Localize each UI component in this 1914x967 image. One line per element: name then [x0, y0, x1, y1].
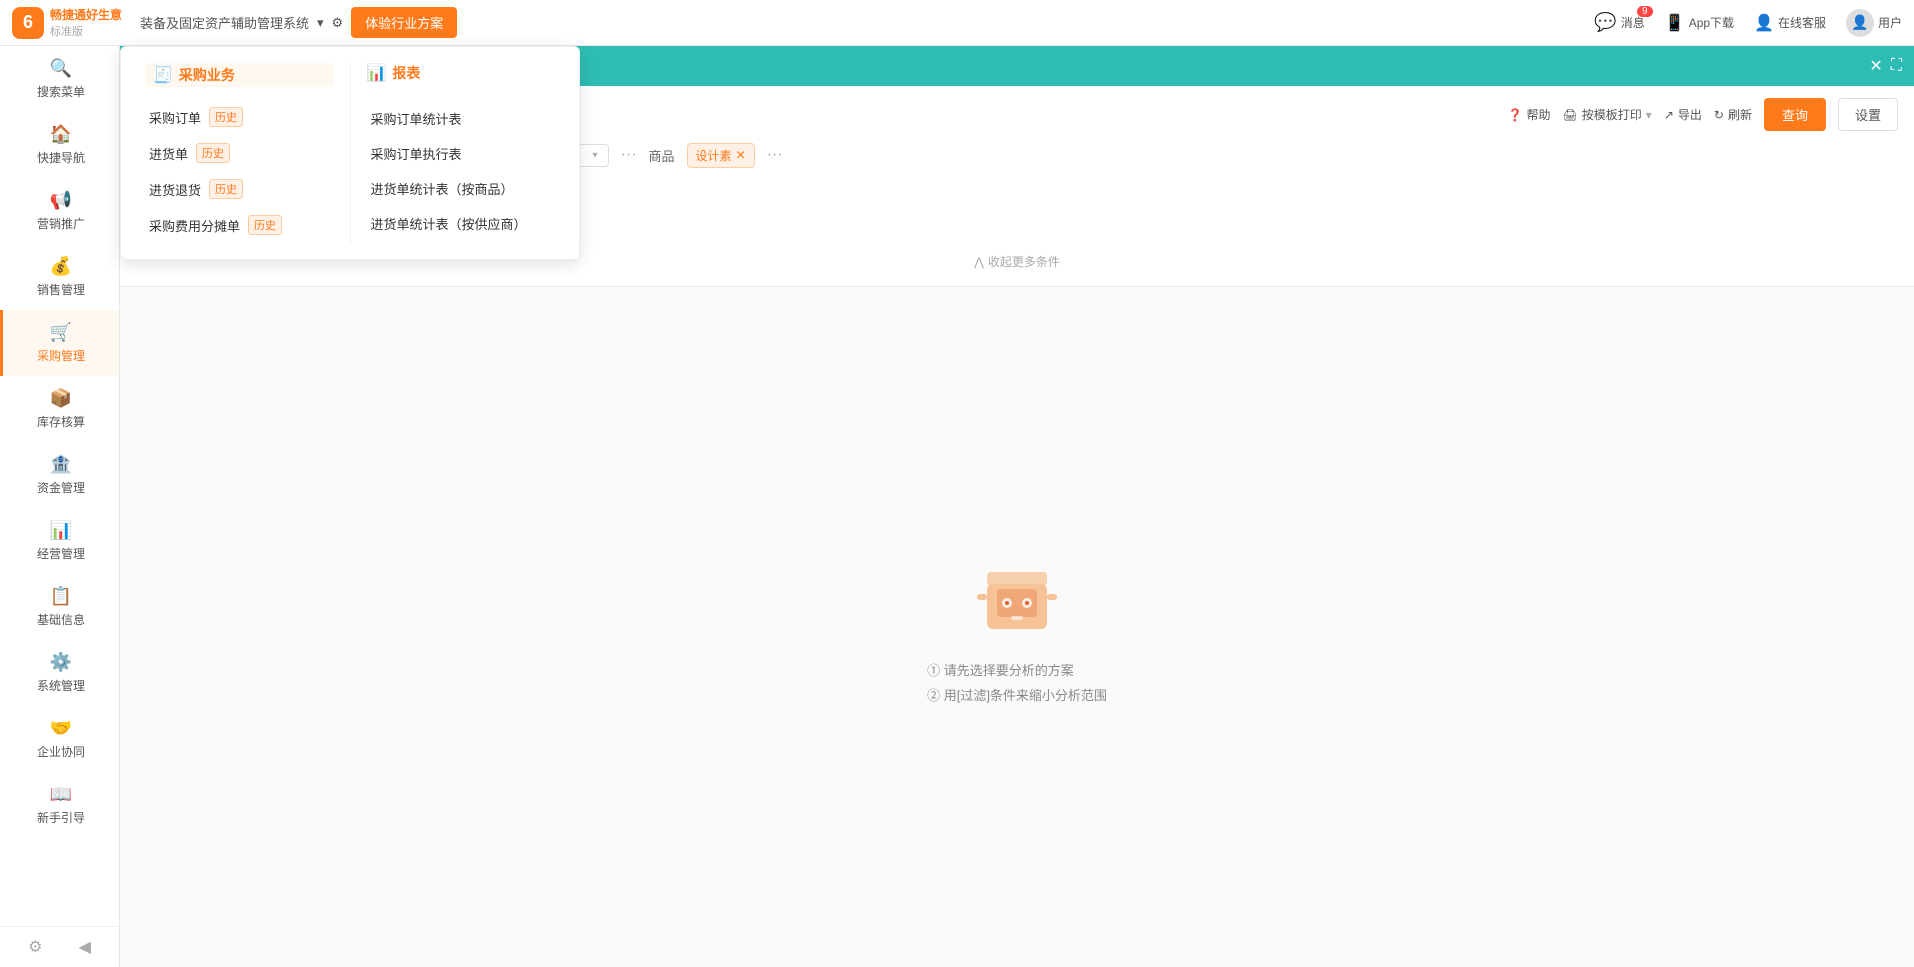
- collapse-button[interactable]: ⋀ 收起更多条件: [962, 249, 1072, 274]
- export-icon: ↗: [1664, 108, 1674, 122]
- sidebar-item-operation[interactable]: 📊 经营管理: [0, 508, 119, 574]
- home-icon: 🏠: [50, 124, 72, 145]
- top-header: 6 畅捷通好生意 标准版 装备及固定资产辅助管理系统 ▾ ⚙ 体验行业方案 💬 …: [0, 0, 1914, 46]
- bill-status-ellipsis[interactable]: ···: [621, 146, 637, 164]
- dropdown-item-receipt-stats-supplier[interactable]: 进货单统计表（按供应商）: [367, 206, 556, 241]
- sidebar-item-basic[interactable]: 📋 基础信息: [0, 574, 119, 640]
- empty-illustration: [967, 544, 1067, 644]
- collapse-icon: ⋀: [974, 255, 984, 269]
- sidebar-collapse-icon[interactable]: ◀: [79, 937, 91, 957]
- title-dropdown-arrow[interactable]: ▾: [317, 15, 324, 31]
- purchase-col-icon: 🧾: [153, 65, 173, 85]
- inventory-icon: 📦: [50, 388, 72, 409]
- settings-button[interactable]: 设置: [1838, 98, 1898, 131]
- dropdown-item-receipt[interactable]: 进货单 历史: [145, 135, 334, 171]
- industry-button[interactable]: 体验行业方案: [351, 7, 457, 38]
- empty-hints: ① 请先选择要分析的方案 ② 用[过滤]条件来缩小分析范围: [927, 660, 1107, 710]
- sidebar-item-guide[interactable]: 📖 新手引导: [0, 772, 119, 838]
- settings-icon[interactable]: ⚙: [332, 15, 344, 31]
- purchase-dropdown-menu: 🧾 采购业务 采购订单 历史 进货单 历史 进货退货 历史 采购费用分摊单 历史: [120, 46, 580, 260]
- dropdown-item-order-stats[interactable]: 采购订单统计表: [367, 101, 556, 136]
- bill-status-arrow: ▾: [592, 150, 597, 161]
- dropdown-item-order-exec[interactable]: 采购订单执行表: [367, 136, 556, 171]
- user-item[interactable]: 👤 用户: [1846, 9, 1902, 37]
- sidebar-item-purchase[interactable]: 🛒 采购管理: [0, 310, 119, 376]
- dropdown-item-return[interactable]: 进货退货 历史: [145, 171, 334, 207]
- toolbar-right: ❓ 帮助 🖨 按模板打印 ▾ ↗ 导出 ↻ 刷新: [1508, 98, 1898, 131]
- dropdown-col-report: 📊 报表 采购订单统计表 采购订单执行表 进货单统计表（按商品） 进货单统计表（…: [359, 63, 564, 243]
- empty-state: ① 请先选择要分析的方案 ② 用[过滤]条件来缩小分析范围: [120, 287, 1914, 967]
- purchase-icon: 🛒: [50, 322, 72, 343]
- user-avatar: 👤: [1846, 9, 1874, 37]
- goods-ellipsis[interactable]: ···: [767, 146, 783, 164]
- dropdown-item-expense[interactable]: 采购费用分摊单 历史: [145, 207, 334, 243]
- goods-label: 商品: [649, 146, 675, 165]
- app-download-item[interactable]: 📱 App下载: [1665, 13, 1734, 33]
- system-title: 装备及固定资产辅助管理系统 ▾ ⚙ 体验行业方案: [140, 7, 1594, 38]
- sidebar-item-enterprise[interactable]: 🤝 企业协同: [0, 706, 119, 772]
- operation-icon: 📊: [50, 520, 72, 541]
- sidebar-item-system[interactable]: ⚙️ 系统管理: [0, 640, 119, 706]
- print-button[interactable]: 🖨 按模板打印 ▾: [1563, 106, 1652, 123]
- sidebar-item-quicknav[interactable]: 🏠 快捷导航: [0, 112, 119, 178]
- dropdown-col1-title: 🧾 采购业务: [145, 63, 334, 87]
- header-right: 💬 9 消息 📱 App下载 👤 在线客服 👤 用户: [1594, 9, 1902, 37]
- help-button[interactable]: ❓ 帮助: [1508, 106, 1551, 123]
- logo-area: 6 畅捷通好生意 标准版: [12, 6, 132, 39]
- tab-maximize-button[interactable]: ⛶: [1891, 57, 1902, 75]
- print-dropdown-arrow: ▾: [1646, 108, 1652, 122]
- sidebar-item-marketing[interactable]: 📢 营销推广: [0, 178, 119, 244]
- sidebar-item-funds[interactable]: 🏦 资金管理: [0, 442, 119, 508]
- report-col-icon: 📊: [367, 63, 387, 83]
- sidebar: 🔍 搜索菜单 🏠 快捷导航 📢 营销推广 💰 销售管理 🛒 采购管理 📦 库存核…: [0, 46, 120, 967]
- tab-bar-right: ✕ ⛶: [1857, 46, 1914, 86]
- sidebar-settings-icon[interactable]: ⚙: [28, 937, 42, 957]
- system-icon: ⚙️: [50, 652, 72, 673]
- print-icon: 🖨: [1563, 108, 1578, 122]
- logo-icon: 6: [12, 7, 44, 39]
- search-icon: 🔍: [50, 58, 72, 79]
- basic-icon: 📋: [50, 586, 72, 607]
- help-icon: ❓: [1508, 108, 1523, 122]
- sidebar-bottom: ⚙ ◀: [0, 926, 119, 967]
- marketing-icon: 📢: [50, 190, 72, 211]
- tab-close-window-button[interactable]: ✕: [1869, 56, 1882, 76]
- dropdown-divider: [350, 63, 351, 243]
- sidebar-item-search[interactable]: 🔍 搜索菜单: [0, 46, 119, 112]
- guide-icon: 📖: [50, 784, 72, 805]
- refresh-button[interactable]: ↻ 刷新: [1714, 106, 1752, 123]
- dropdown-col-purchase: 🧾 采购业务 采购订单 历史 进货单 历史 进货退货 历史 采购费用分摊单 历史: [137, 63, 342, 243]
- dropdown-col2-title: 📊 报表: [367, 63, 556, 89]
- sales-icon: 💰: [50, 256, 72, 277]
- dropdown-item-purchase-order[interactable]: 采购订单 历史: [145, 99, 334, 135]
- enterprise-icon: 🤝: [50, 718, 72, 739]
- goods-tag-chip: 设计素 ✕: [687, 143, 755, 168]
- logo-text: 畅捷通好生意 标准版: [50, 6, 122, 39]
- export-button[interactable]: ↗ 导出: [1664, 106, 1702, 123]
- sidebar-item-sales[interactable]: 💰 销售管理: [0, 244, 119, 310]
- sidebar-item-inventory[interactable]: 📦 库存核算: [0, 376, 119, 442]
- refresh-icon: ↻: [1714, 108, 1724, 122]
- query-button[interactable]: 查询: [1764, 98, 1826, 131]
- funds-icon: 🏦: [50, 454, 72, 475]
- online-service-item[interactable]: 👤 在线客服: [1754, 13, 1826, 33]
- messages-item[interactable]: 💬 9 消息: [1594, 12, 1644, 33]
- dropdown-item-receipt-stats-goods[interactable]: 进货单统计表（按商品）: [367, 171, 556, 206]
- goods-tag-close[interactable]: ✕: [736, 148, 746, 162]
